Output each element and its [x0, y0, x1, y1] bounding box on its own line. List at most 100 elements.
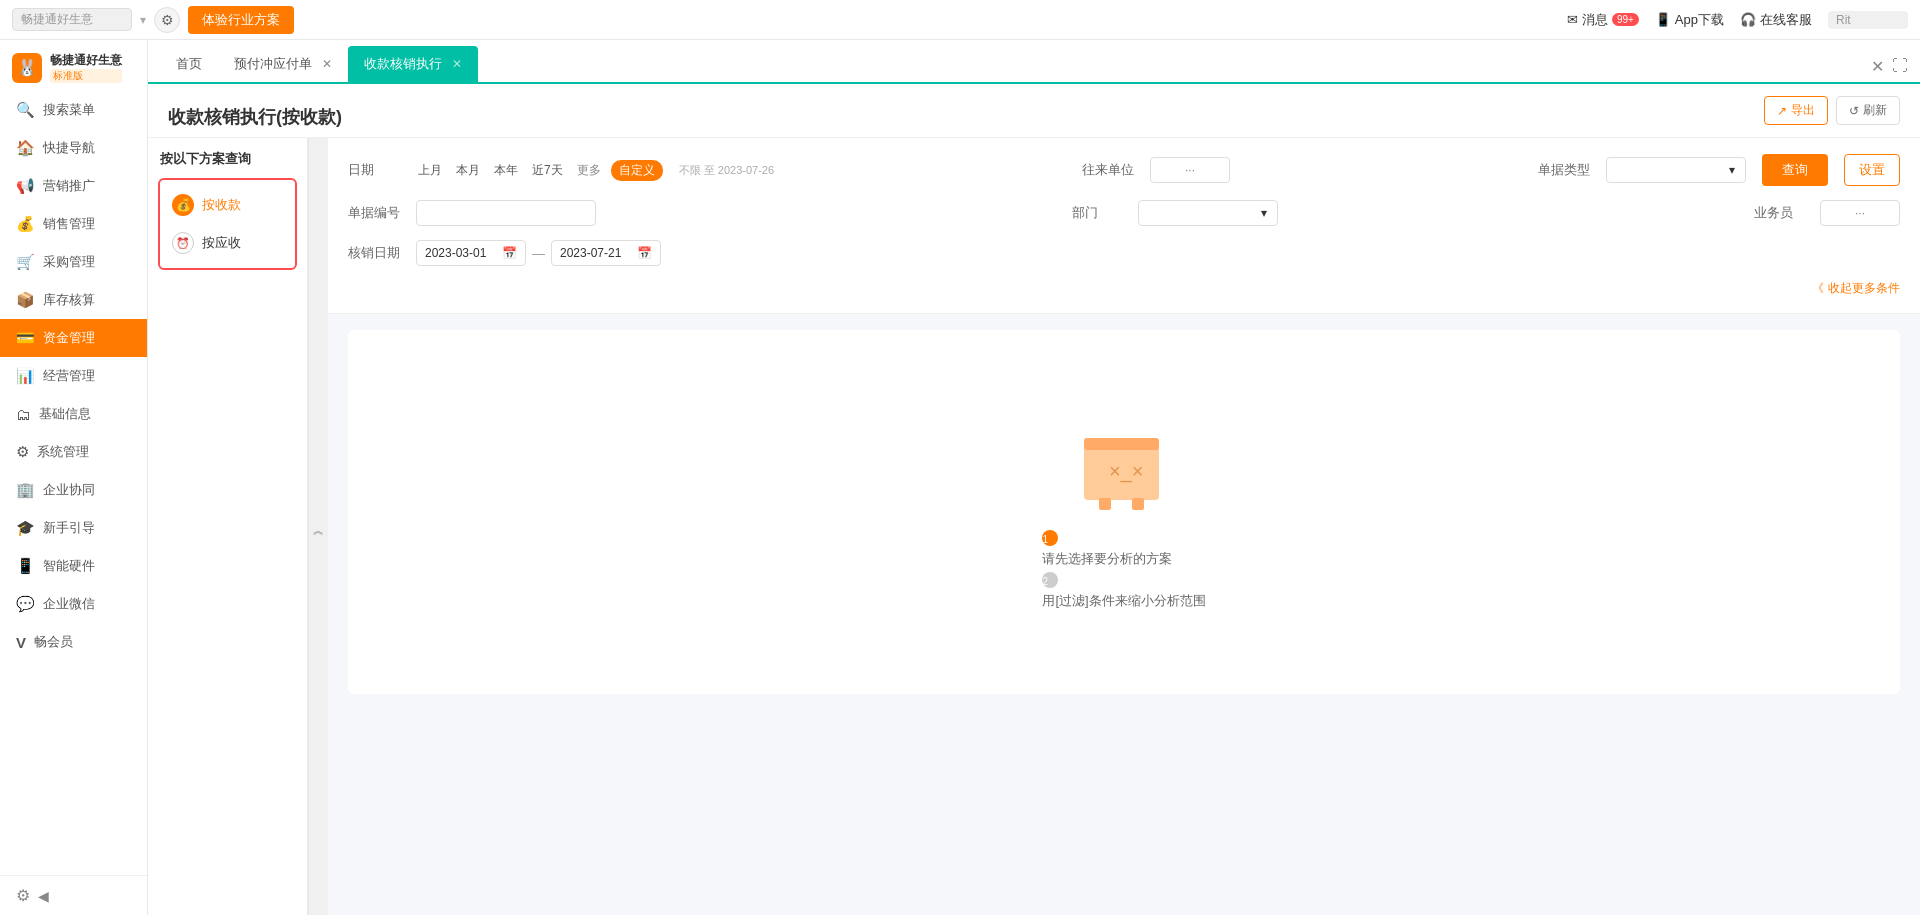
reconcile-date-label: 核销日期 [348, 244, 400, 262]
app-download-label: App下载 [1675, 11, 1724, 29]
shortcut-more[interactable]: 更多 [573, 160, 605, 181]
collapse-more-label: 收起更多条件 [1828, 280, 1900, 297]
sidebar-label-marketing: 营销推广 [43, 177, 95, 195]
date-no-limit-hint: 不限 至 2023-07-26 [679, 163, 774, 178]
sidebar-item-quick-nav[interactable]: 🏠 快捷导航 [0, 129, 147, 167]
query-row-3: 核销日期 2023-03-01 📅 — 2023-07-21 📅 [348, 240, 1900, 266]
reconcile-start-value: 2023-03-01 [425, 246, 486, 260]
message-item[interactable]: ✉ 消息 99+ [1567, 11, 1639, 29]
settings-icon[interactable]: ⚙ [154, 7, 180, 33]
system-icon: ⚙ [16, 443, 29, 461]
tab-prepay[interactable]: 预付冲应付单 ✕ [218, 46, 348, 82]
receipt-icon: 💰 [172, 194, 194, 216]
trial-button[interactable]: 体验行业方案 [188, 6, 294, 34]
finance-icon: 💳 [16, 329, 35, 347]
sidebar-label-finance: 资金管理 [43, 329, 95, 347]
tab-receipt[interactable]: 收款核销执行 ✕ [348, 46, 478, 82]
logo-icon: 🐰 [12, 53, 42, 83]
sidebar-collapse-icon[interactable]: ◀ [38, 888, 49, 904]
dept-chevron: ▾ [1261, 206, 1267, 220]
sidebar-item-operation[interactable]: 📊 经营管理 [0, 357, 147, 395]
svg-text:×_×: ×_× [1109, 460, 1143, 483]
tab-expand-icon[interactable]: ⛶ [1892, 57, 1908, 76]
sidebar-item-search[interactable]: 🔍 搜索菜单 [0, 91, 147, 129]
sidebar-item-wechat[interactable]: 💬 企业微信 [0, 585, 147, 623]
svg-rect-3 [1099, 498, 1111, 510]
shortcut-custom[interactable]: 自定义 [611, 160, 663, 181]
sidebar-logo: 🐰 畅捷通好生意 标准版 [0, 40, 147, 91]
company-chevron-icon[interactable]: ▾ [140, 13, 146, 27]
hardware-icon: 📱 [16, 557, 35, 575]
sidebar-settings-icon[interactable]: ⚙ [16, 886, 30, 905]
shortcut-this-month[interactable]: 本月 [452, 160, 484, 181]
sidebar-item-finance[interactable]: 💳 资金管理 [0, 319, 147, 357]
tab-receipt-close[interactable]: ✕ [452, 57, 462, 71]
counterparty-input[interactable]: ··· [1150, 157, 1230, 183]
sidebar-item-member[interactable]: V 畅会员 [0, 623, 147, 661]
reconcile-start-date[interactable]: 2023-03-01 📅 [416, 240, 526, 266]
query-button[interactable]: 查询 [1762, 154, 1828, 186]
calendar-start-icon: 📅 [502, 246, 517, 260]
sidebar-item-system[interactable]: ⚙ 系统管理 [0, 433, 147, 471]
user-block[interactable]: Rit [1828, 11, 1908, 29]
collapse-more-area: 《 收起更多条件 [348, 280, 1900, 297]
refresh-button[interactable]: ↺ 刷新 [1836, 96, 1900, 125]
online-service-item[interactable]: 🎧 在线客服 [1740, 11, 1812, 29]
tab-receipt-label: 收款核销执行 [364, 55, 442, 73]
reconcile-date-range: 2023-03-01 📅 — 2023-07-21 📅 [416, 240, 661, 266]
filter-box: 💰 按收款 ⏰ 按应收 [158, 178, 297, 270]
doc-no-input[interactable] [416, 200, 596, 226]
shortcut-7days[interactable]: 近7天 [528, 160, 567, 181]
date-shortcuts: 上月 本月 本年 近7天 更多 自定义 [414, 160, 663, 181]
filter-item-by-receipt[interactable]: 💰 按收款 [160, 186, 295, 224]
filter-collapse-button[interactable]: 《 [308, 138, 328, 915]
filter-by-receipt-label: 按收款 [202, 196, 241, 214]
collapse-more-button[interactable]: 《 收起更多条件 [1812, 280, 1900, 297]
svg-rect-4 [1132, 498, 1144, 510]
sidebar-label-search: 搜索菜单 [43, 101, 95, 119]
doc-no-label: 单据编号 [348, 204, 400, 222]
main-content: 首页 预付冲应付单 ✕ 收款核销执行 ✕ ✕ ⛶ 收款核销执行(按收款) ↗ 导… [148, 40, 1920, 915]
refresh-icon: ↺ [1849, 104, 1859, 118]
empty-tips: 1 请先选择要分析的方案 2 用[过滤]条件来缩小分析范围 [1042, 530, 1205, 614]
sidebar-item-purchase[interactable]: 🛒 采购管理 [0, 243, 147, 281]
dept-select[interactable]: ▾ [1138, 200, 1278, 226]
search-icon: 🔍 [16, 101, 35, 119]
export-label: 导出 [1791, 102, 1815, 119]
sidebar: 🐰 畅捷通好生意 标准版 🔍 搜索菜单 🏠 快捷导航 📢 营销推广 💰 销售管理… [0, 40, 148, 915]
sales-icon: 💰 [16, 215, 35, 233]
guide-icon: 🎓 [16, 519, 35, 537]
shortcut-this-year[interactable]: 本年 [490, 160, 522, 181]
message-label: 消息 [1582, 11, 1608, 29]
date-label: 日期 [348, 161, 398, 179]
doc-type-select[interactable]: ▾ [1606, 157, 1746, 183]
page-header: 收款核销执行(按收款) ↗ 导出 ↺ 刷新 [148, 84, 1920, 138]
marketing-icon: 📢 [16, 177, 35, 195]
sidebar-item-inventory[interactable]: 📦 库存核算 [0, 281, 147, 319]
sidebar-item-guide[interactable]: 🎓 新手引导 [0, 509, 147, 547]
app-download-item[interactable]: 📱 App下载 [1655, 11, 1724, 29]
shortcut-last-month[interactable]: 上月 [414, 160, 446, 181]
tab-prepay-close[interactable]: ✕ [322, 57, 332, 71]
reconcile-end-value: 2023-07-21 [560, 246, 621, 260]
purchase-icon: 🛒 [16, 253, 35, 271]
tab-close-all-icon[interactable]: ✕ [1871, 57, 1884, 76]
sidebar-label-quick-nav: 快捷导航 [43, 139, 95, 157]
employee-input[interactable]: ··· [1820, 200, 1900, 226]
filter-item-by-payable[interactable]: ⏰ 按应收 [160, 224, 295, 262]
sidebar-item-hardware[interactable]: 📱 智能硬件 [0, 547, 147, 585]
sidebar-item-enterprise[interactable]: 🏢 企业协同 [0, 471, 147, 509]
sidebar-bottom: ⚙ ◀ [0, 875, 147, 915]
sidebar-item-sales[interactable]: 💰 销售管理 [0, 205, 147, 243]
empty-illustration: ×_× [1064, 410, 1184, 510]
tab-home[interactable]: 首页 [160, 46, 218, 82]
export-icon: ↗ [1777, 104, 1787, 118]
export-button[interactable]: ↗ 导出 [1764, 96, 1828, 125]
sidebar-item-basic[interactable]: 🗂 基础信息 [0, 395, 147, 433]
settings-button[interactable]: 设置 [1844, 154, 1900, 186]
filter-panel-title: 按以下方案查询 [148, 150, 307, 178]
doc-type-label: 单据类型 [1538, 161, 1590, 179]
reconcile-end-date[interactable]: 2023-07-21 📅 [551, 240, 661, 266]
sidebar-item-marketing[interactable]: 📢 营销推广 [0, 167, 147, 205]
company-input[interactable]: 畅捷通好生意 [12, 8, 132, 31]
